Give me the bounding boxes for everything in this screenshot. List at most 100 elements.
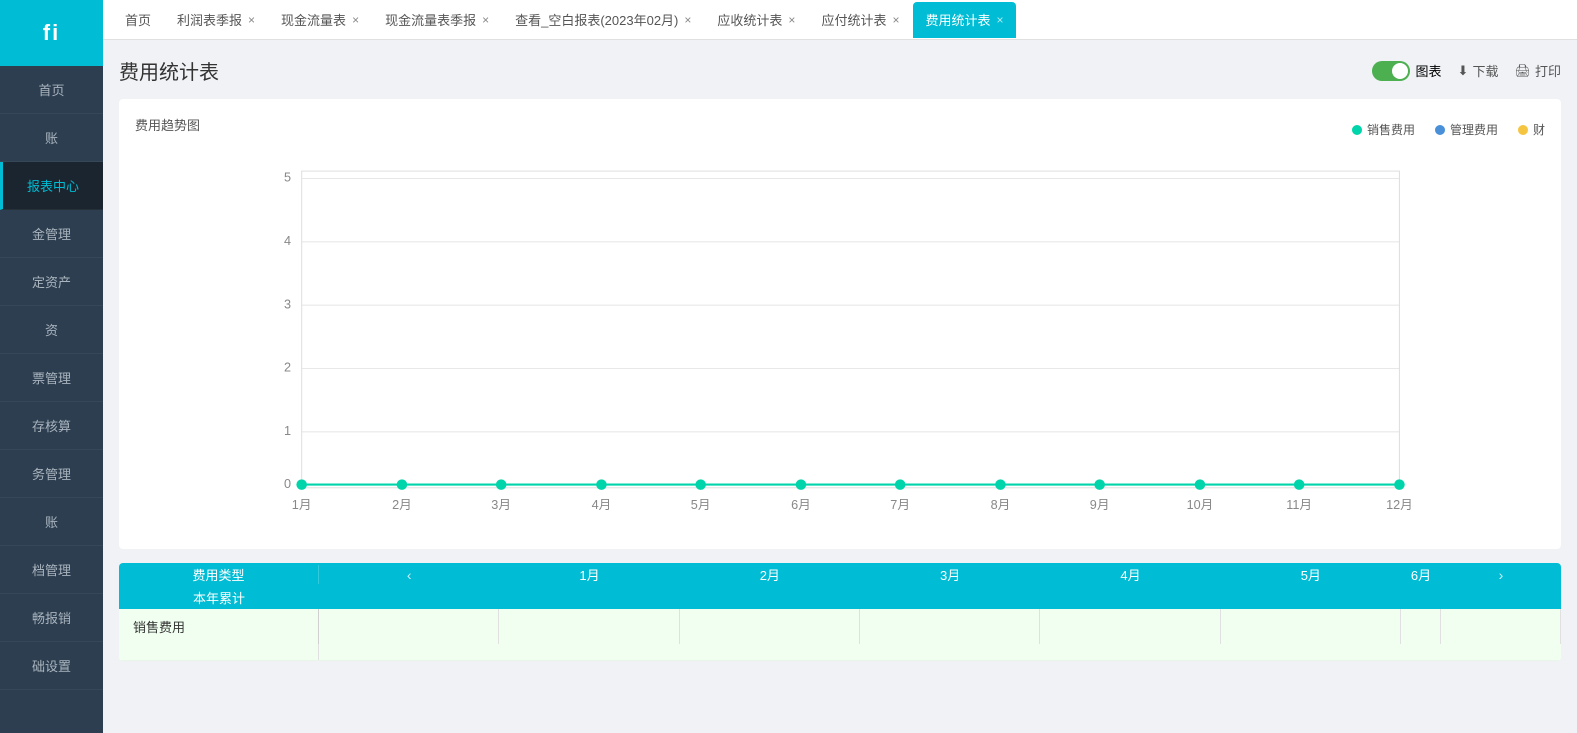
tab-cashflow[interactable]: 现金流量表 × <box>269 2 371 38</box>
th-m6: 6月 <box>1401 565 1441 584</box>
print-button[interactable]: 🖨 打印 <box>1514 61 1561 80</box>
th-nav-prev[interactable]: ‹ <box>319 567 499 583</box>
svg-text:4: 4 <box>284 234 291 248</box>
tab-expense-label: 费用统计表 <box>925 10 990 29</box>
tab-expense[interactable]: 费用统计表 × <box>913 2 1015 38</box>
tab-cashflow-quarter-close[interactable]: × <box>482 13 489 27</box>
tab-home-label: 首页 <box>125 10 151 29</box>
th-ytd: 本年累计 <box>119 588 319 607</box>
td-type: 销售费用 <box>119 609 319 644</box>
chart-toggle-label: 图表 <box>1416 61 1442 80</box>
tab-cashflow-close[interactable]: × <box>352 13 359 27</box>
page-title: 费用统计表 <box>119 56 219 85</box>
header-actions: 图表 ⬇ 下载 🖨 打印 <box>1372 61 1561 81</box>
svg-text:12月: 12月 <box>1386 498 1413 512</box>
svg-text:8月: 8月 <box>991 498 1011 512</box>
sidebar-item-cash-management[interactable]: 金管理 <box>0 210 103 258</box>
tab-blank-report-label: 查看_空白报表(2023年02月) <box>515 10 678 29</box>
svg-text:5月: 5月 <box>691 498 711 512</box>
svg-text:2: 2 <box>284 361 291 375</box>
td-ytd <box>119 644 319 660</box>
sidebar-item-inventory[interactable]: 存核算 <box>0 402 103 450</box>
tab-profit-quarter-label: 利润表季报 <box>177 10 242 29</box>
download-button[interactable]: ⬇ 下载 <box>1458 61 1499 80</box>
print-icon: 🖨 <box>1514 63 1531 79</box>
svg-text:6月: 6月 <box>791 498 811 512</box>
page-content: 费用统计表 图表 ⬇ 下载 🖨 打印 费用趋势图 <box>103 40 1577 733</box>
tab-cashflow-label: 现金流量表 <box>281 10 346 29</box>
svg-text:1月: 1月 <box>292 498 312 512</box>
legend-finance: 财 <box>1518 121 1545 138</box>
legend-admin: 管理费用 <box>1435 121 1498 138</box>
svg-text:11月: 11月 <box>1286 498 1312 512</box>
svg-text:9月: 9月 <box>1090 498 1110 512</box>
legend-finance-label: 财 <box>1533 121 1545 138</box>
th-m3: 3月 <box>860 565 1040 584</box>
tab-blank-report-close[interactable]: × <box>684 13 691 27</box>
tab-cashflow-quarter-label: 现金流量表季报 <box>385 10 476 29</box>
th-m5: 5月 <box>1221 565 1401 584</box>
sidebar-item-settings[interactable]: 础设置 <box>0 642 103 690</box>
td-m5 <box>1221 609 1401 644</box>
tab-receivable-label: 应收统计表 <box>717 10 782 29</box>
td-empty-nav <box>319 609 499 644</box>
svg-text:4月: 4月 <box>592 498 612 512</box>
sidebar: fi 首页 账 报表中心 金管理 定资产 资 票管理 存核算 务管理 账 档管理… <box>0 0 103 733</box>
tab-receivable-close[interactable]: × <box>788 13 795 27</box>
th-m2: 2月 <box>680 565 860 584</box>
tab-profit-quarter-close[interactable]: × <box>248 13 255 27</box>
tab-receivable[interactable]: 应收统计表 × <box>705 2 807 38</box>
svg-text:10月: 10月 <box>1187 498 1214 512</box>
tab-home[interactable]: 首页 <box>113 2 163 38</box>
sidebar-item-ledger[interactable]: 账 <box>0 114 103 162</box>
sidebar-item-writeoff[interactable]: 畅报销 <box>0 594 103 642</box>
tab-payable[interactable]: 应付统计表 × <box>809 2 911 38</box>
chart-legend: 销售费用 管理费用 财 <box>1352 121 1545 138</box>
chart-title: 费用趋势图 <box>135 115 200 134</box>
sidebar-item-fixed-assets[interactable]: 定资产 <box>0 258 103 306</box>
tab-payable-close[interactable]: × <box>892 13 899 27</box>
chart-toggle[interactable] <box>1372 61 1410 81</box>
th-type: 费用类型 <box>119 565 319 584</box>
table-row: 销售费用 <box>119 609 1561 661</box>
svg-text:7月: 7月 <box>890 498 910 512</box>
table-next-arrow[interactable]: › <box>1499 567 1504 583</box>
sidebar-item-home[interactable]: 首页 <box>0 66 103 114</box>
sidebar-item-report-center[interactable]: 报表中心 <box>0 162 103 210</box>
legend-sales-dot <box>1352 125 1362 135</box>
svg-text:3月: 3月 <box>491 498 511 512</box>
svg-text:2月: 2月 <box>392 498 412 512</box>
tab-cashflow-quarter[interactable]: 现金流量表季报 × <box>373 2 501 38</box>
tab-blank-report[interactable]: 查看_空白报表(2023年02月) × <box>503 2 703 38</box>
tab-expense-close[interactable]: × <box>996 13 1003 27</box>
legend-admin-dot <box>1435 125 1445 135</box>
svg-text:3: 3 <box>284 297 291 311</box>
svg-text:0: 0 <box>284 477 291 491</box>
table-prev-arrow[interactable]: ‹ <box>407 567 412 583</box>
sidebar-item-archive[interactable]: 档管理 <box>0 546 103 594</box>
download-label: 下载 <box>1472 61 1498 80</box>
td-m1 <box>499 609 679 644</box>
tab-payable-label: 应付统计表 <box>821 10 886 29</box>
sidebar-item-business[interactable]: 务管理 <box>0 450 103 498</box>
main-area: 首页 利润表季报 × 现金流量表 × 现金流量表季报 × 查看_空白报表(202… <box>103 0 1577 733</box>
th-m1: 1月 <box>499 565 679 584</box>
th-nav-next[interactable]: › <box>1441 567 1561 583</box>
trend-chart: 5 4 3 2 1 0 <box>135 150 1545 530</box>
legend-sales-label: 销售费用 <box>1367 121 1415 138</box>
download-icon: ⬇ <box>1458 63 1469 79</box>
tab-profit-quarter[interactable]: 利润表季报 × <box>165 2 267 38</box>
table-header: 费用类型 ‹ 1月 2月 3月 4月 5月 6月 › 本年累计 <box>119 563 1561 609</box>
td-m6 <box>1401 609 1441 644</box>
legend-sales: 销售费用 <box>1352 121 1415 138</box>
sidebar-item-invoice[interactable]: 票管理 <box>0 354 103 402</box>
th-m4: 4月 <box>1040 565 1220 584</box>
td-m3 <box>860 609 1040 644</box>
td-m4 <box>1040 609 1220 644</box>
sidebar-item-accounts[interactable]: 账 <box>0 498 103 546</box>
legend-finance-dot <box>1518 125 1528 135</box>
expense-table: 费用类型 ‹ 1月 2月 3月 4月 5月 6月 › 本年累计 销售费用 <box>119 563 1561 661</box>
td-m2 <box>680 609 860 644</box>
sidebar-item-loans[interactable]: 资 <box>0 306 103 354</box>
tab-bar: 首页 利润表季报 × 现金流量表 × 现金流量表季报 × 查看_空白报表(202… <box>103 0 1577 40</box>
